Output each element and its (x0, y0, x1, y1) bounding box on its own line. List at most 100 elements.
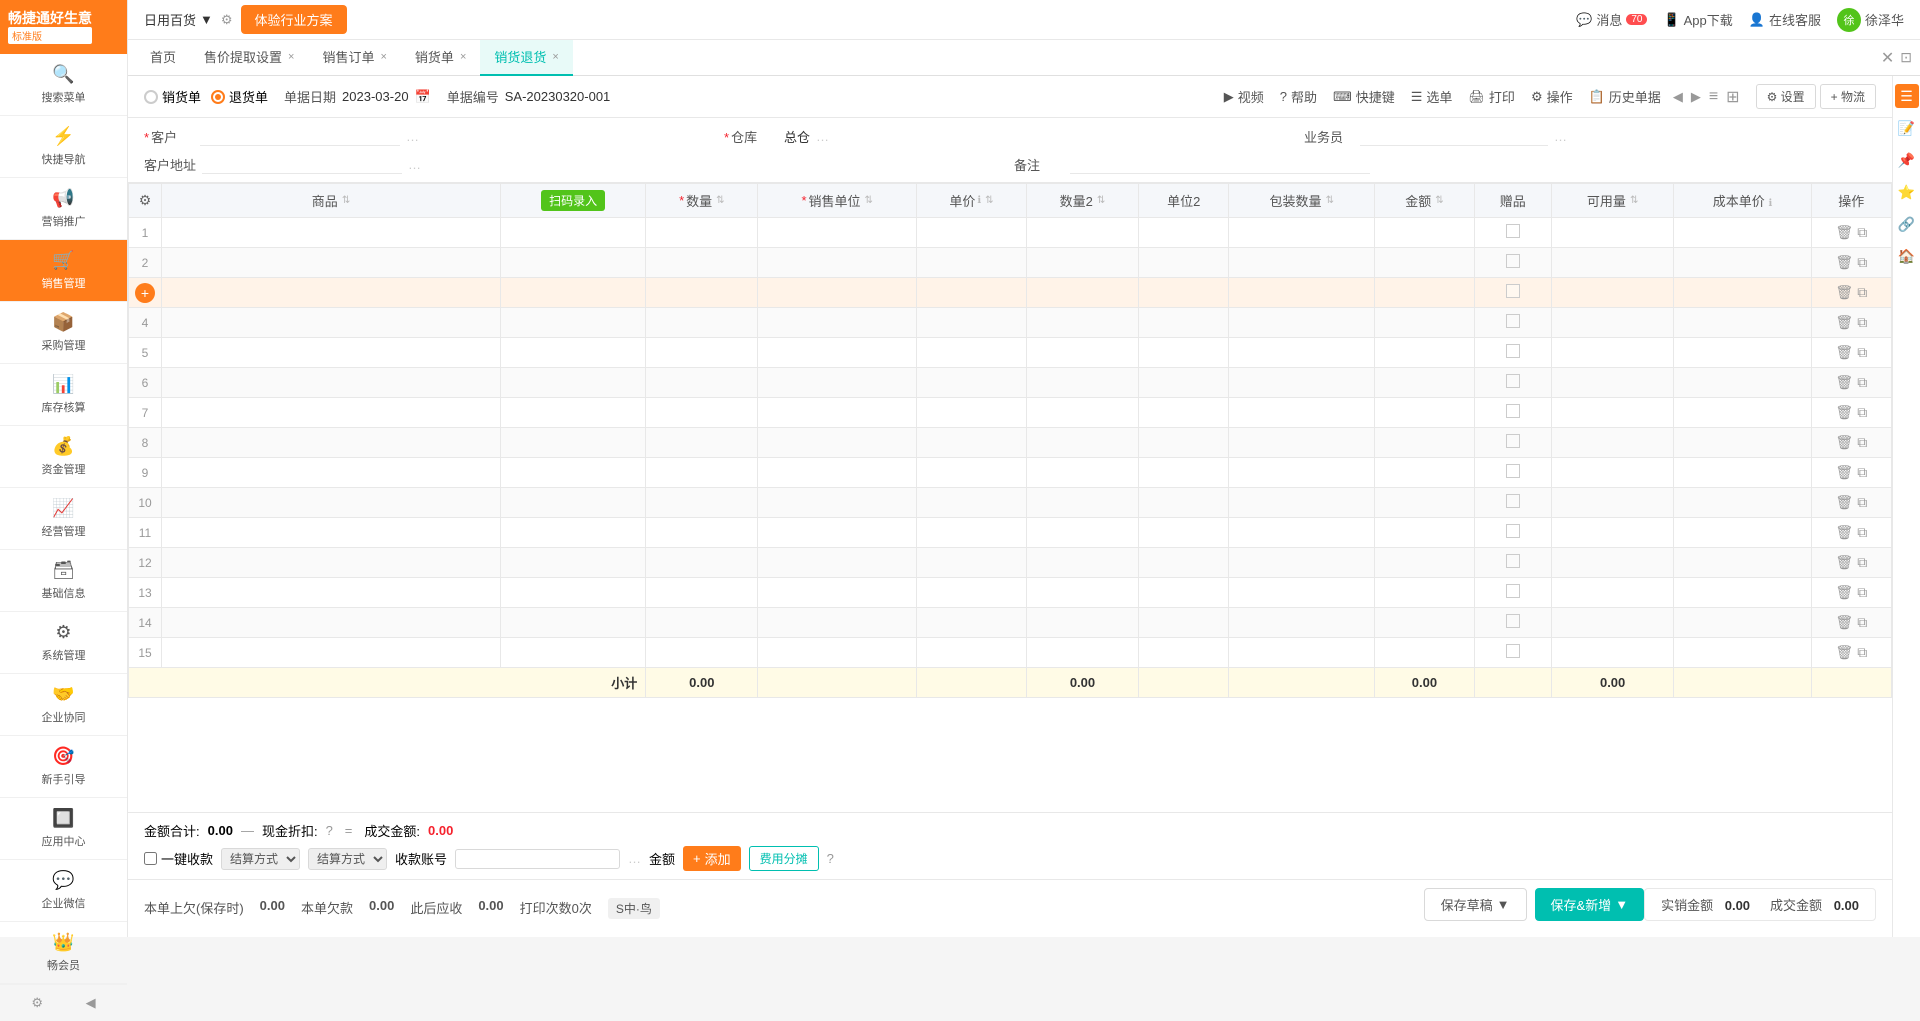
toolbar-shortcut[interactable]: ⌨ 快捷键 (1329, 85, 1399, 108)
row-pack-qty[interactable] (1229, 368, 1375, 398)
copy-row-icon[interactable]: ⧉ (1857, 464, 1867, 481)
delete-row-icon[interactable]: 🗑 (1835, 554, 1853, 571)
row-unit[interactable] (758, 608, 917, 638)
row-pack-qty[interactable] (1229, 428, 1375, 458)
right-sidebar-icon-2[interactable]: 📌 (1895, 148, 1919, 172)
copy-row-icon[interactable]: ⧉ (1857, 404, 1867, 421)
list-view-icon[interactable]: ≡ (1709, 88, 1718, 106)
toolbar-help[interactable]: ? 帮助 (1276, 85, 1321, 108)
sort-icon[interactable]: ⇅ (342, 195, 350, 206)
row-unit2[interactable] (1139, 278, 1229, 308)
row-amount[interactable] (1375, 578, 1474, 608)
row-amount[interactable] (1375, 518, 1474, 548)
tab-sales-slip[interactable]: 销货单 × (401, 40, 480, 76)
row-unit2[interactable] (1139, 488, 1229, 518)
row-unit2[interactable] (1139, 398, 1229, 428)
row-price[interactable] (917, 428, 1027, 458)
copy-row-icon[interactable]: ⧉ (1857, 344, 1867, 361)
right-sidebar-icon-4[interactable]: 🔗 (1895, 212, 1919, 236)
row-qty2[interactable] (1026, 308, 1138, 338)
row-amount[interactable] (1375, 248, 1474, 278)
row-qty2[interactable] (1026, 368, 1138, 398)
sidebar-item-basic[interactable]: 🗃 基础信息 (0, 550, 127, 612)
row-price[interactable] (917, 548, 1027, 578)
copy-row-icon[interactable]: ⧉ (1857, 644, 1867, 661)
gift-checkbox[interactable] (1506, 374, 1520, 388)
row-price[interactable] (917, 608, 1027, 638)
row-unit[interactable] (758, 638, 917, 668)
row-product[interactable] (162, 428, 501, 458)
sidebar-item-appstore[interactable]: 🔲 应用中心 (0, 798, 127, 860)
date-value[interactable]: 2023-03-20 (342, 89, 409, 104)
row-pack-qty[interactable] (1229, 338, 1375, 368)
row-gift[interactable] (1474, 398, 1551, 428)
copy-row-icon[interactable]: ⧉ (1857, 494, 1867, 511)
delete-row-icon[interactable]: 🗑 (1835, 254, 1853, 271)
copy-row-icon[interactable]: ⧉ (1857, 224, 1867, 241)
row-amount[interactable] (1375, 638, 1474, 668)
delete-row-icon[interactable]: 🗑 (1835, 284, 1853, 301)
row-gift[interactable] (1474, 308, 1551, 338)
close-tab-icon[interactable]: ✕ (1881, 48, 1894, 68)
row-available[interactable] (1551, 518, 1674, 548)
settle-method-select[interactable]: 结算方式 现金 银行转账 (221, 848, 300, 870)
delete-row-icon[interactable]: 🗑 (1835, 404, 1853, 421)
row-gift[interactable] (1474, 218, 1551, 248)
row-available[interactable] (1551, 578, 1674, 608)
row-amount[interactable] (1375, 488, 1474, 518)
row-unit[interactable] (758, 398, 917, 428)
row-gift[interactable] (1474, 248, 1551, 278)
row-qty2[interactable] (1026, 548, 1138, 578)
row-available[interactable] (1551, 218, 1674, 248)
row-price[interactable] (917, 218, 1027, 248)
row-pack-qty[interactable] (1229, 458, 1375, 488)
row-qty[interactable] (646, 608, 758, 638)
row-product[interactable] (162, 518, 501, 548)
delete-row-icon[interactable]: 🗑 (1835, 224, 1853, 241)
row-qty2[interactable] (1026, 278, 1138, 308)
tab-close-icon[interactable]: × (380, 51, 386, 63)
sort-icon[interactable]: ⇅ (1097, 195, 1105, 206)
sidebar-item-system[interactable]: ⚙ 系统管理 (0, 612, 127, 674)
row-unit[interactable] (758, 248, 917, 278)
sidebar-item-finance[interactable]: 💰 资金管理 (0, 426, 127, 488)
experience-btn[interactable]: 体验行业方案 (241, 5, 347, 34)
row-gift[interactable] (1474, 608, 1551, 638)
tab-close-icon[interactable]: × (552, 51, 558, 63)
row-unit2[interactable] (1139, 218, 1229, 248)
save-new-btn[interactable]: 保存&新增 ▼ (1535, 888, 1645, 921)
row-gift[interactable] (1474, 278, 1551, 308)
copy-row-icon[interactable]: ⧉ (1857, 614, 1867, 631)
delete-row-icon[interactable]: 🗑 (1835, 344, 1853, 361)
gift-checkbox[interactable] (1506, 494, 1520, 508)
col-gear[interactable]: ⚙ (129, 184, 162, 218)
right-sidebar-icon-0[interactable]: ☰ (1895, 84, 1919, 108)
row-product[interactable] (162, 368, 501, 398)
row-qty[interactable] (646, 548, 758, 578)
row-pack-qty[interactable] (1229, 608, 1375, 638)
right-sidebar-icon-5[interactable]: 🏠 (1895, 244, 1919, 268)
customer-dots[interactable]: … (406, 129, 419, 144)
warehouse-dots[interactable]: … (816, 129, 829, 144)
gift-checkbox[interactable] (1506, 254, 1520, 268)
row-qty[interactable] (646, 458, 758, 488)
row-pack-qty[interactable] (1229, 218, 1375, 248)
row-price[interactable] (917, 578, 1027, 608)
row-pack-qty[interactable] (1229, 638, 1375, 668)
row-available[interactable] (1551, 488, 1674, 518)
tab-home[interactable]: 首页 (136, 40, 190, 76)
row-available[interactable] (1551, 278, 1674, 308)
row-product[interactable] (162, 308, 501, 338)
sidebar-item-member[interactable]: 👑 畅会员 (0, 922, 127, 984)
row-gift[interactable] (1474, 548, 1551, 578)
tab-sales-return[interactable]: 销货退货 × (480, 40, 572, 76)
industry-selector[interactable]: 日用百货 ▼ (144, 10, 213, 29)
copy-row-icon[interactable]: ⧉ (1857, 284, 1867, 301)
row-gift[interactable] (1474, 338, 1551, 368)
sort-icon[interactable]: ⇅ (716, 195, 724, 206)
row-gift[interactable] (1474, 428, 1551, 458)
row-qty2[interactable] (1026, 248, 1138, 278)
toolbar-history[interactable]: 📋 历史单据 (1585, 85, 1665, 108)
toolbar-select[interactable]: ☰ 选单 (1407, 85, 1457, 108)
row-available[interactable] (1551, 368, 1674, 398)
